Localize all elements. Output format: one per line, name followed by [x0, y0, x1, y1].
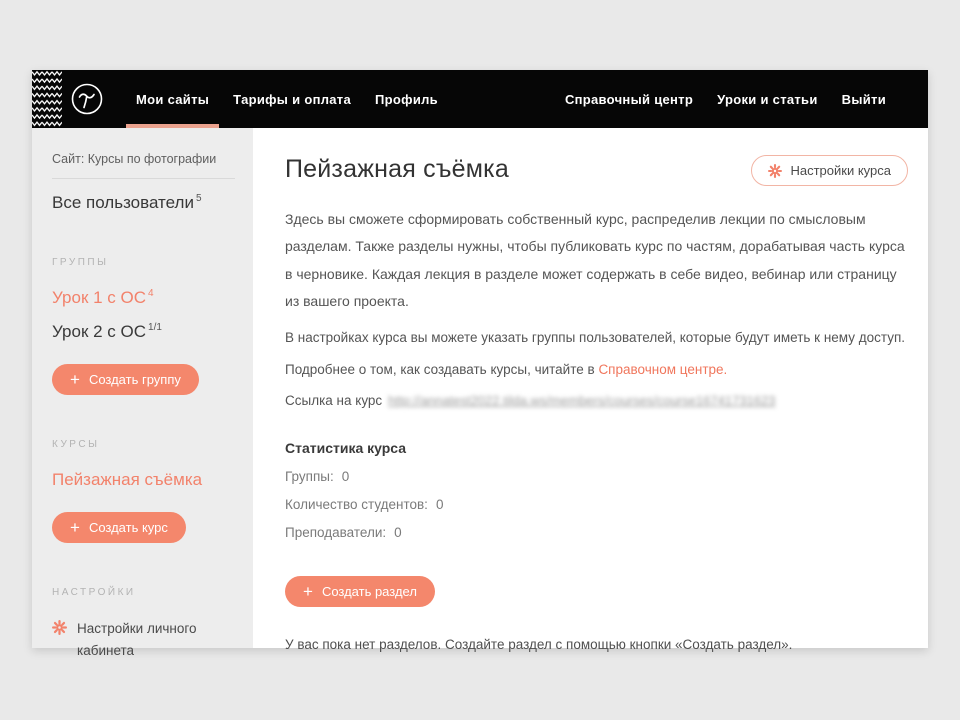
plus-icon: +	[303, 582, 313, 602]
nav-profile[interactable]: Профиль	[363, 70, 450, 128]
nav-logout[interactable]: Выйти	[830, 70, 898, 128]
nav-tariffs-payment[interactable]: Тарифы и оплата	[221, 70, 363, 128]
group-2-label: Урок 2 с ОС	[52, 322, 147, 341]
stat-students-label: Количество студентов:	[285, 497, 428, 513]
course-link-label: Ссылка на курс	[285, 393, 383, 409]
stat-row-teachers: Преподаватели: 0	[285, 525, 908, 540]
nav-left-menu: Мои сайты Тарифы и оплата Профиль	[124, 70, 450, 128]
help-note: Подробнее о том, как создавать курсы, чи…	[285, 362, 908, 377]
group-1-count-badge: 4	[148, 288, 154, 300]
nav-help-center[interactable]: Справочный центр	[553, 70, 705, 128]
stats-heading: Статистика курса	[285, 440, 407, 457]
empty-sections-note: У вас пока нет разделов. Создайте раздел…	[285, 637, 793, 653]
group-1-label: Урок 1 с ОС	[52, 288, 147, 307]
sidebar-item-group-2[interactable]: Урок 2 с ОС 1/1	[52, 322, 235, 342]
stat-teachers-value: 0	[394, 525, 402, 541]
groups-section-heading: ГРУППЫ	[52, 257, 109, 268]
help-note-text: Подробнее о том, как создавать курсы, чи…	[285, 362, 599, 378]
sidebar-item-group-1[interactable]: Урок 1 с ОС 4	[52, 288, 235, 308]
stat-teachers-label: Преподаватели:	[285, 525, 387, 541]
app-window: Мои сайты Тарифы и оплата Профиль Справо…	[32, 70, 928, 658]
all-users-label: Все пользователи	[52, 193, 194, 212]
gear-icon	[52, 620, 67, 635]
nav-my-sites[interactable]: Мои сайты	[124, 70, 221, 128]
site-label: Сайт: Курсы по фотографии	[52, 152, 235, 179]
courses-section-heading: КУРСЫ	[52, 439, 100, 450]
nav-right-menu: Справочный центр Уроки и статьи Выйти	[553, 70, 898, 128]
nav-lessons-articles[interactable]: Уроки и статьи	[705, 70, 830, 128]
access-note-text: В настройках курса вы можете указать гру…	[285, 330, 906, 346]
course-link-url-blurred[interactable]: http://annatest2022.tilda.ws/members/cou…	[388, 393, 775, 408]
stat-row-students: Количество студентов: 0	[285, 497, 908, 512]
help-center-link[interactable]: Справочном центре.	[598, 362, 727, 377]
create-course-button[interactable]: + Создать курс	[52, 512, 186, 543]
stat-groups-label: Группы:	[285, 469, 334, 485]
personal-account-settings-label: Настройки личного кабинета	[77, 621, 197, 659]
sidebar: Сайт: Курсы по фотографии Все пользовате…	[32, 128, 253, 658]
plus-icon: +	[70, 518, 80, 537]
all-users-count-badge: 5	[195, 193, 202, 205]
tilda-logo-icon[interactable]	[70, 82, 104, 116]
stat-groups-value: 0	[341, 469, 350, 485]
plus-icon: +	[70, 370, 80, 389]
gear-icon	[768, 163, 783, 178]
create-group-button[interactable]: + Создать группу	[52, 364, 199, 395]
stat-row-groups: Группы: 0	[285, 469, 908, 484]
group-2-count-badge: 1/1	[148, 322, 162, 334]
course-settings-label: Настройки курса	[790, 163, 891, 178]
course-settings-button[interactable]: Настройки курса	[751, 155, 908, 186]
create-course-label: Создать курс	[88, 520, 168, 535]
sidebar-item-course-1[interactable]: Пейзажная съёмка	[52, 470, 235, 490]
settings-section-heading: НАСТРОЙКИ	[52, 587, 136, 598]
create-section-label: Создать раздел	[321, 584, 417, 600]
stat-students-value: 0	[435, 497, 444, 513]
zigzag-pattern-decoration	[32, 70, 62, 128]
course-link-row: Ссылка на курс http://annatest2022.tilda.…	[285, 393, 908, 408]
main-panel: Пейзажная съёмка Настройки курса Здесь в…	[253, 128, 928, 652]
course-intro-text: Здесь вы сможете сформировать собственны…	[285, 211, 905, 309]
content-area: Сайт: Курсы по фотографии Все пользовате…	[32, 128, 928, 658]
personal-account-settings-link[interactable]: Настройки личного кабинета	[52, 618, 212, 663]
top-nav: Мои сайты Тарифы и оплата Профиль Справо…	[32, 70, 928, 128]
create-group-label: Создать группу	[88, 372, 181, 387]
create-section-button[interactable]: + Создать раздел	[285, 576, 435, 608]
sidebar-item-all-users[interactable]: Все пользователи 5	[52, 193, 235, 213]
